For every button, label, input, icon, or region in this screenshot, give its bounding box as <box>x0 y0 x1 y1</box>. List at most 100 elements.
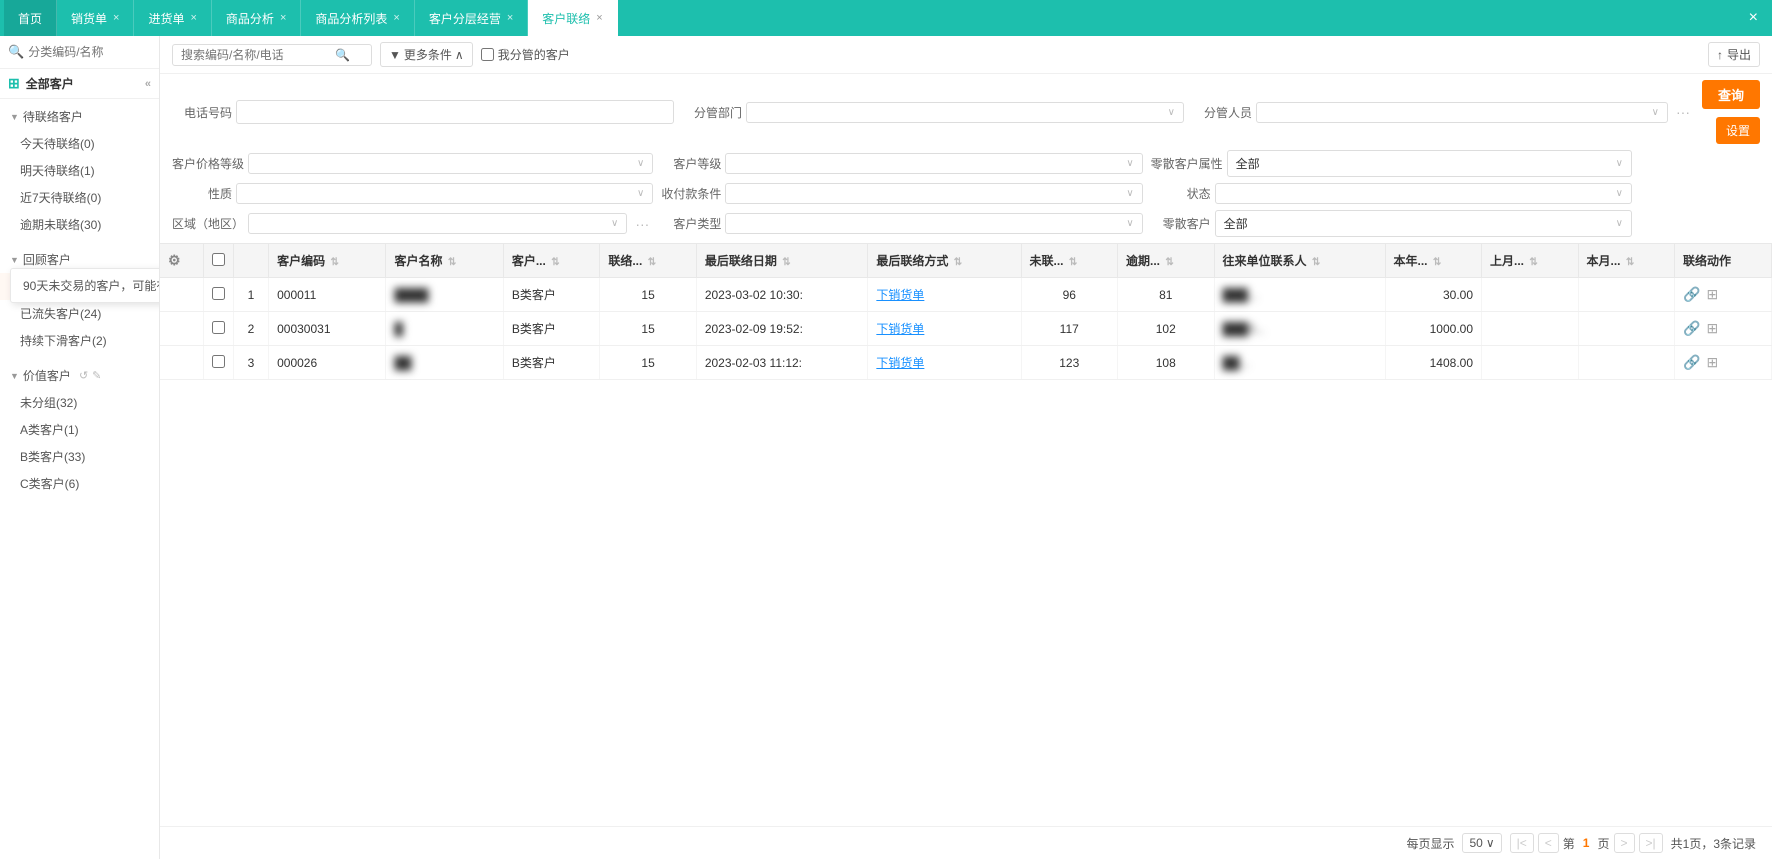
th-name[interactable]: 客户名称 ⇅ <box>386 244 503 278</box>
sidebar-item-churned[interactable]: 已流失客户(24) <box>0 300 159 327</box>
page-size-select[interactable]: 50 ∨ <box>1462 833 1501 853</box>
tab-customer-contact-close[interactable]: × <box>596 12 602 24</box>
tab-product-analysis[interactable]: 商品分析 × <box>212 0 301 36</box>
row-checkbox-1[interactable] <box>212 321 225 334</box>
window-close-button[interactable]: × <box>1735 0 1772 36</box>
sidebar-section-pending-title[interactable]: ▼ 待联络客户 <box>0 103 159 130</box>
action-link-icon-1[interactable]: 🔗 <box>1683 320 1700 337</box>
export-button[interactable]: ↑ 导出 <box>1708 42 1760 67</box>
th-last-month[interactable]: 上月... ⇅ <box>1482 244 1579 278</box>
customer-tier-select[interactable]: ∨ <box>725 153 1142 174</box>
sidebar-item-unclassified[interactable]: 未分组(32) <box>0 389 159 416</box>
td-category-1: B类客户 <box>503 312 600 346</box>
sidebar-section-lost-title[interactable]: ▼ 回顾客户 90天未交易的客户，可能有流失风险。 <box>0 246 159 273</box>
sidebar-item-downtrend[interactable]: 持续下滑客户(2) <box>0 327 159 354</box>
sidebar-item-class-b[interactable]: B类客户(33) <box>0 443 159 470</box>
person-select[interactable]: ∨ <box>1256 102 1668 123</box>
td-last-contact-method-1[interactable]: 下销货单 <box>868 312 1021 346</box>
region-more-btn[interactable]: ··· <box>631 216 653 232</box>
td-contact-2: 15 <box>600 346 697 380</box>
zero-property-select[interactable]: 全部 ∨ <box>1227 150 1632 177</box>
action-grid-icon-2[interactable]: ⊞ <box>1706 354 1718 371</box>
th-this-year[interactable]: 本年... ⇅ <box>1385 244 1482 278</box>
action-link-icon-0[interactable]: 🔗 <box>1683 286 1700 303</box>
th-partner-contact[interactable]: 往来单位联系人 ⇅ <box>1214 244 1385 278</box>
sidebar-section-value-title[interactable]: ▼ 价值客户 ↺ ✎ <box>0 362 159 389</box>
more-filter-button[interactable]: ▼ 更多条件 ∧ <box>380 42 473 67</box>
region-select[interactable]: ∨ <box>248 213 627 234</box>
tab-product-analysis-list-close[interactable]: × <box>393 12 399 24</box>
person-more-btn[interactable]: ··· <box>1672 104 1694 120</box>
td-checkbox-2[interactable] <box>203 346 233 380</box>
search-input[interactable] <box>181 48 331 62</box>
sidebar-collapse-icon[interactable]: « <box>145 78 151 90</box>
sidebar-item-week[interactable]: 近7天待联络(0) <box>0 184 159 211</box>
settings-button[interactable]: 设置 <box>1716 117 1760 144</box>
sidebar-section-value: ▼ 价值客户 ↺ ✎ 未分组(32) A类客户(1) B类客户(33) C类客户… <box>0 358 159 501</box>
customer-type-select[interactable]: ∨ <box>725 213 1142 234</box>
value-edit-icon[interactable]: ✎ <box>92 369 101 382</box>
query-btn-group: 查询 设置 <box>1702 80 1760 144</box>
tab-home[interactable]: 首页 <box>4 0 57 36</box>
status-select[interactable]: ∨ <box>1215 183 1632 204</box>
sidebar-item-tomorrow[interactable]: 明天待联络(1) <box>0 157 159 184</box>
dept-select[interactable]: ∨ <box>746 102 1184 123</box>
sidebar-item-class-c[interactable]: C类客户(6) <box>0 470 159 497</box>
sidebar-item-class-a[interactable]: A类客户(1) <box>0 416 159 443</box>
phone-input[interactable] <box>236 100 674 124</box>
th-category[interactable]: 客户... ⇅ <box>503 244 600 278</box>
action-link-icon-2[interactable]: 🔗 <box>1683 354 1700 371</box>
tab-customer-tier-close[interactable]: × <box>507 12 513 24</box>
sidebar-all-customers[interactable]: ⊞ 全部客户 « <box>0 69 159 99</box>
my-customers-checkbox-wrap[interactable]: 我分管的客户 <box>481 46 570 63</box>
dept-label: 分管部门 <box>682 104 742 121</box>
prev-page-btn[interactable]: < <box>1538 833 1559 853</box>
tab-sales-close[interactable]: × <box>113 12 119 24</box>
th-last-contact-date[interactable]: 最后联络日期 ⇅ <box>696 244 868 278</box>
price-tier-select[interactable]: ∨ <box>248 153 653 174</box>
zero-customer-arrow: ∨ <box>1616 218 1623 229</box>
th-this-month[interactable]: 本月... ⇅ <box>1578 244 1675 278</box>
tab-customer-contact[interactable]: 客户联络 × <box>528 0 617 36</box>
payment-select[interactable]: ∨ <box>725 183 1142 204</box>
nature-select[interactable]: ∨ <box>236 183 653 204</box>
th-overdue[interactable]: 逾期... ⇅ <box>1118 244 1215 278</box>
td-checkbox-0[interactable] <box>203 278 233 312</box>
td-checkbox-1[interactable] <box>203 312 233 346</box>
action-grid-icon-1[interactable]: ⊞ <box>1706 320 1718 337</box>
td-partner-contact-1: ███3... <box>1214 312 1385 346</box>
td-last-contact-date-1: 2023-02-09 19:52: <box>696 312 868 346</box>
td-last-contact-method-0[interactable]: 下销货单 <box>868 278 1021 312</box>
zero-customer-select[interactable]: 全部 ∨ <box>1215 210 1632 237</box>
row-checkbox-0[interactable] <box>212 287 225 300</box>
my-customers-checkbox[interactable] <box>481 48 494 61</box>
tab-customer-tier[interactable]: 客户分层经营 × <box>415 0 528 36</box>
th-no-contact[interactable]: 未联... ⇅ <box>1021 244 1118 278</box>
sidebar-item-today[interactable]: 今天待联络(0) <box>0 130 159 157</box>
tab-sales[interactable]: 销货单 × <box>57 0 134 36</box>
th-settings[interactable]: ⚙ <box>160 244 203 278</box>
tab-product-analysis-close[interactable]: × <box>280 12 286 24</box>
tab-product-analysis-list[interactable]: 商品分析列表 × <box>301 0 414 36</box>
td-name-2: ██ <box>386 346 503 380</box>
th-contact[interactable]: 联络... ⇅ <box>600 244 697 278</box>
value-refresh-icon[interactable]: ↺ <box>79 369 88 382</box>
th-code[interactable]: 客户编码 ⇅ <box>269 244 386 278</box>
select-all-checkbox[interactable] <box>212 253 225 266</box>
tab-sales-label: 销货单 <box>71 10 107 27</box>
customer-type-label: 客户类型 <box>661 215 721 232</box>
tab-purchase-close[interactable]: × <box>190 12 196 24</box>
row-checkbox-2[interactable] <box>212 355 225 368</box>
sidebar-item-overdue-contact[interactable]: 逾期未联络(30) <box>0 211 159 238</box>
td-last-contact-method-2[interactable]: 下销货单 <box>868 346 1021 380</box>
next-page-btn[interactable]: > <box>1614 833 1635 853</box>
sidebar-search-input[interactable] <box>28 45 160 59</box>
sidebar-search-area: 🔍 <box>0 36 159 69</box>
tab-purchase[interactable]: 进货单 × <box>134 0 211 36</box>
action-grid-icon-0[interactable]: ⊞ <box>1706 286 1718 303</box>
th-last-contact-method[interactable]: 最后联络方式 ⇅ <box>868 244 1021 278</box>
filter-row-1: 电话号码 分管部门 ∨ 分管人员 ∨ ··· 查询 <box>172 80 1760 144</box>
query-button[interactable]: 查询 <box>1702 80 1760 109</box>
first-page-btn[interactable]: |< <box>1510 833 1534 853</box>
last-page-btn[interactable]: >| <box>1639 833 1663 853</box>
